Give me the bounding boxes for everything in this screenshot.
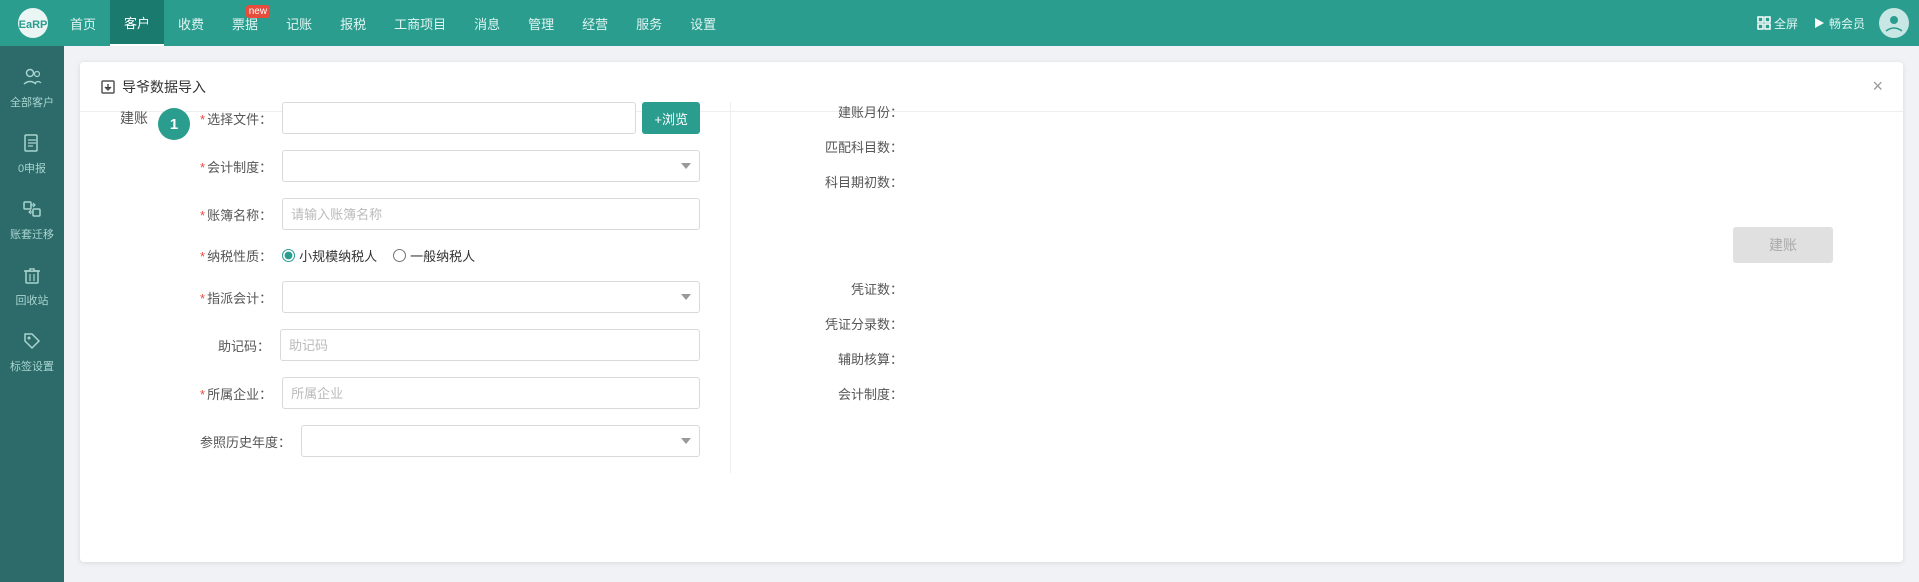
sidebar-item-account-migration[interactable]: 账套迁移 — [0, 188, 64, 250]
form-right: 建账月份： 匹配科目数： 科目期初数： 建账 — [761, 102, 1863, 473]
nav-operation[interactable]: 经营 — [568, 0, 622, 46]
file-row: +浏览 — [282, 102, 700, 134]
user-avatar-icon — [1885, 14, 1903, 32]
dialog-panel: 导爷数据导入 × 建账 1 — [80, 62, 1903, 562]
tax-small-radio[interactable] — [282, 249, 295, 262]
fullscreen-icon — [1757, 16, 1771, 30]
avatar[interactable] — [1879, 8, 1909, 38]
build-month-label: 建账月份： — [821, 102, 911, 121]
nav-industry[interactable]: 工商项目 — [380, 0, 460, 46]
initial-balance-label: 科目期初数： — [821, 172, 911, 191]
sidebar-item-tag-settings[interactable]: 标签设置 — [0, 320, 64, 382]
accountant-label: *指派会计： — [200, 288, 282, 307]
dialog-close-button[interactable]: × — [1872, 76, 1883, 97]
memo-input[interactable] — [280, 329, 700, 361]
fullscreen-btn[interactable]: 全屏 — [1757, 15, 1798, 32]
svg-text:EaRP: EaRP — [19, 19, 48, 31]
nav-manage[interactable]: 管理 — [514, 0, 568, 46]
initial-balance-row: 科目期初数： — [821, 172, 1863, 191]
memo-label: 助记码： — [200, 336, 280, 355]
app-logo[interactable]: EaRP — [10, 0, 56, 46]
nav-tax[interactable]: 报税 — [326, 0, 380, 46]
vertical-divider — [730, 102, 731, 473]
nav-customer[interactable]: 客户 — [110, 0, 164, 46]
sidebar-item-recycle[interactable]: 回收站 — [0, 254, 64, 316]
dialog-title-text: 导爷数据导入 — [122, 77, 206, 97]
file-input[interactable] — [282, 102, 636, 134]
tax-type-row: *纳税性质： 小规模纳税人 一般纳税人 — [200, 246, 700, 265]
accountant-select[interactable] — [282, 281, 700, 313]
company-row: *所属企业： — [200, 377, 700, 409]
trash-icon — [19, 262, 45, 288]
play-icon — [1812, 16, 1826, 30]
accounting-system-row: *会计制度： — [200, 150, 700, 182]
nav-service[interactable]: 服务 — [622, 0, 676, 46]
dialog-title: 导爷数据导入 — [100, 77, 206, 97]
tag-icon — [19, 328, 45, 354]
top-navigation: EaRP 首页 客户 收费 票据 new 记账 报税 工商项目 消息 管理 经营… — [0, 0, 1919, 46]
build-button[interactable]: 建账 — [1733, 227, 1833, 263]
file-select-row: *选择文件： +浏览 — [200, 102, 700, 134]
ledger-name-input[interactable] — [282, 198, 700, 230]
nav-message[interactable]: 消息 — [460, 0, 514, 46]
nav-right: 全屏 畅会员 — [1757, 8, 1909, 38]
right-accounting-system-label: 会计制度： — [821, 384, 911, 403]
build-btn-area: 建账 — [821, 207, 1863, 263]
browse-button[interactable]: +浏览 — [642, 102, 700, 134]
nav-invoice[interactable]: 票据 new — [218, 0, 272, 46]
tax-general-radio[interactable] — [393, 249, 406, 262]
sidebar: 全部客户 0申报 账套迁移 — [0, 46, 64, 582]
content-area: 导爷数据导入 × 建账 1 — [64, 46, 1919, 582]
file-label: *选择文件： — [200, 109, 282, 128]
voucher-entry-row: 凭证分录数： — [821, 314, 1863, 333]
main-layout: 全部客户 0申报 账套迁移 — [0, 46, 1919, 582]
build-month-row: 建账月份： — [821, 102, 1863, 121]
tax-small-radio-label[interactable]: 小规模纳税人 — [282, 246, 377, 265]
aux-accounting-label: 辅助核算： — [821, 349, 911, 368]
match-subject-row: 匹配科目数： — [821, 137, 1863, 156]
nav-settings[interactable]: 设置 — [676, 0, 730, 46]
tax-type-label: *纳税性质： — [200, 246, 282, 265]
voucher-entry-label: 凭证分录数： — [821, 314, 911, 333]
nav-account[interactable]: 记账 — [272, 0, 326, 46]
new-badge: new — [246, 5, 270, 18]
dialog-body: 建账 1 建账1 建账 1 — [80, 112, 1903, 503]
voucher-count-row: 凭证数： — [821, 279, 1863, 298]
form-left: *选择文件： +浏览 *会计制度： — [200, 102, 700, 473]
form-area: 建账1 建账 1 *选择文件： — [120, 102, 1863, 473]
step-display: 建账1 — [120, 102, 190, 473]
history-year-row: 参照历史年度： — [200, 425, 700, 457]
right-accounting-system-row: 会计制度： — [821, 384, 1863, 403]
tax-general-radio-label[interactable]: 一般纳税人 — [393, 246, 475, 265]
nav-items: 首页 客户 收费 票据 new 记账 报税 工商项目 消息 管理 经营 服务 设… — [56, 0, 1757, 46]
company-label: *所属企业： — [200, 384, 282, 403]
users-icon — [19, 64, 45, 90]
ledger-name-label: *账簿名称： — [200, 205, 282, 224]
sidebar-item-filing[interactable]: 0申报 — [0, 122, 64, 184]
exchange-icon — [19, 196, 45, 222]
tax-type-radio-group: 小规模纳税人 一般纳税人 — [282, 246, 700, 265]
aux-accounting-row: 辅助核算： — [821, 349, 1863, 368]
voucher-count-label: 凭证数： — [821, 279, 911, 298]
history-year-select[interactable] — [301, 425, 700, 457]
file-icon — [19, 130, 45, 156]
company-input[interactable] — [282, 377, 700, 409]
match-subject-label: 匹配科目数： — [821, 137, 911, 156]
accounting-system-select[interactable] — [282, 150, 700, 182]
nav-home[interactable]: 首页 — [56, 0, 110, 46]
import-icon — [100, 79, 116, 95]
history-year-label: 参照历史年度： — [200, 432, 301, 451]
nav-fee[interactable]: 收费 — [164, 0, 218, 46]
accounting-system-label: *会计制度： — [200, 157, 282, 176]
accountant-row: *指派会计： — [200, 281, 700, 313]
ledger-name-row: *账簿名称： — [200, 198, 700, 230]
vip-btn[interactable]: 畅会员 — [1812, 15, 1865, 32]
memo-row: 助记码： — [200, 329, 700, 361]
sidebar-item-all-customers[interactable]: 全部客户 — [0, 56, 64, 118]
